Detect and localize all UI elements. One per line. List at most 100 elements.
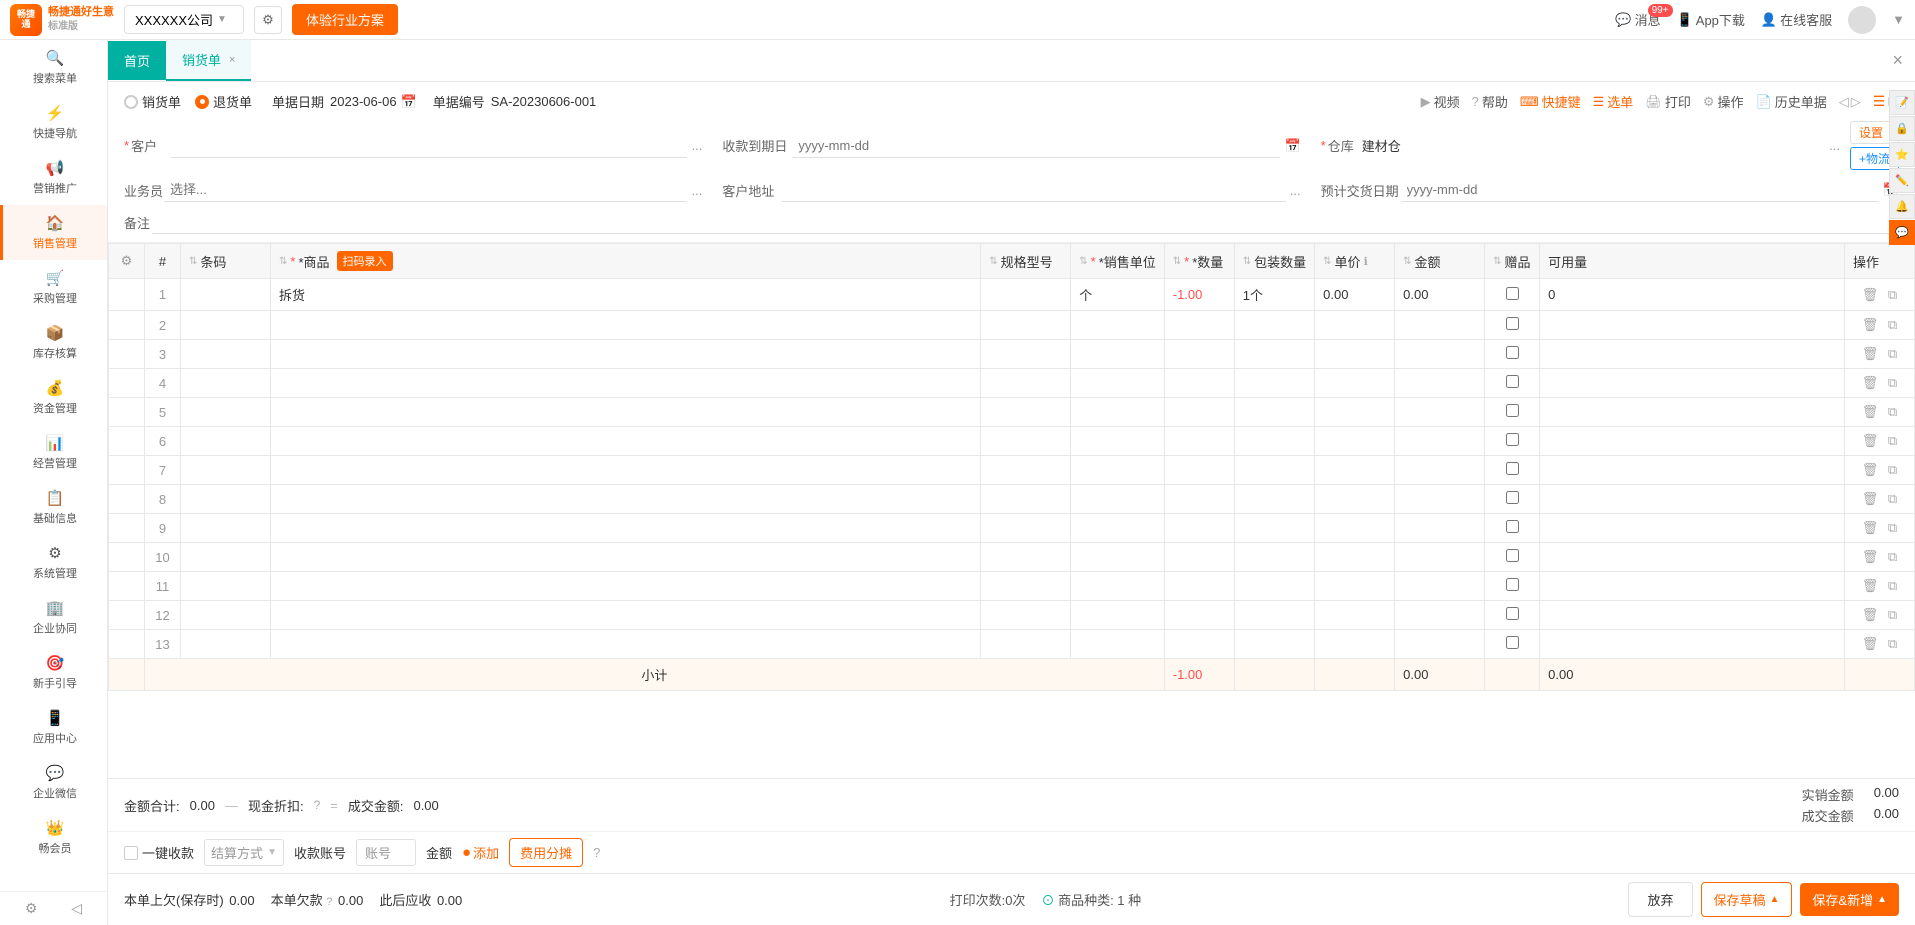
row-gift[interactable] (1485, 601, 1540, 630)
payment-help-icon[interactable]: ? (593, 845, 600, 860)
row-spec[interactable] (981, 572, 1071, 601)
toolbar-print[interactable]: 🖨 打印 (1645, 92, 1691, 111)
gift-checkbox[interactable] (1506, 375, 1519, 388)
row-qty[interactable] (1164, 543, 1234, 572)
row-unit[interactable] (1071, 311, 1165, 340)
delete-icon[interactable]: 🗑 (1862, 607, 1879, 622)
row-spec[interactable] (981, 485, 1071, 514)
row-pkg-qty[interactable] (1234, 340, 1314, 369)
payment-date-input[interactable] (792, 134, 1280, 158)
row-qty[interactable] (1164, 485, 1234, 514)
float-btn-5[interactable]: 🔔 (1889, 194, 1915, 219)
toolbar-video[interactable]: ▶ 视频 (1421, 92, 1460, 111)
float-btn-3[interactable]: ⭐ (1889, 142, 1915, 167)
row-pkg-qty[interactable] (1234, 601, 1314, 630)
row-barcode[interactable] (181, 543, 271, 572)
customer-input[interactable] (171, 134, 687, 158)
row-unit[interactable] (1071, 369, 1165, 398)
row-amount[interactable] (1395, 311, 1485, 340)
delete-icon[interactable]: 🗑 (1862, 375, 1879, 390)
row-barcode[interactable] (181, 630, 271, 659)
row-pkg-qty[interactable] (1234, 514, 1314, 543)
balance-help-icon[interactable]: ? (326, 896, 332, 908)
row-qty[interactable] (1164, 630, 1234, 659)
gift-checkbox[interactable] (1506, 433, 1519, 446)
delete-icon[interactable]: 🗑 (1862, 404, 1879, 419)
row-gift[interactable] (1485, 543, 1540, 572)
sidebar-item-search[interactable]: 🔍 搜索菜单 (0, 40, 107, 95)
sidebar-item-finance[interactable]: 💰 资金管理 (0, 370, 107, 425)
row-qty[interactable] (1164, 398, 1234, 427)
row-gift[interactable] (1485, 456, 1540, 485)
row-qty[interactable] (1164, 311, 1234, 340)
row-price[interactable] (1315, 485, 1395, 514)
th-settings[interactable]: ⚙ (109, 244, 145, 279)
prev-icon[interactable]: ◁ (1839, 94, 1849, 110)
delete-icon[interactable]: 🗑 (1862, 636, 1879, 651)
row-amount[interactable] (1395, 427, 1485, 456)
row-qty[interactable] (1164, 601, 1234, 630)
copy-icon[interactable]: ⧉ (1888, 491, 1897, 506)
price-info-icon[interactable]: ℹ (1364, 255, 1368, 268)
message-btn[interactable]: 💬 消息 99+ (1615, 10, 1660, 29)
row-spec[interactable] (981, 514, 1071, 543)
gift-checkbox[interactable] (1506, 317, 1519, 330)
user-expand-icon[interactable]: ▼ (1892, 12, 1905, 27)
row-pkg-qty[interactable] (1234, 398, 1314, 427)
row-unit[interactable] (1071, 630, 1165, 659)
row-spec[interactable] (981, 279, 1071, 311)
add-payment-button[interactable]: ● 添加 (462, 843, 499, 862)
copy-icon[interactable]: ⧉ (1888, 607, 1897, 622)
row-amount[interactable] (1395, 369, 1485, 398)
row-barcode[interactable] (181, 456, 271, 485)
sidebar-item-purchase[interactable]: 🛒 采购管理 (0, 260, 107, 315)
row-barcode[interactable] (181, 572, 271, 601)
delete-icon[interactable]: 🗑 (1862, 346, 1879, 361)
sidebar-item-marketing[interactable]: 📢 营销推广 (0, 150, 107, 205)
row-amount[interactable] (1395, 543, 1485, 572)
row-spec[interactable] (981, 340, 1071, 369)
row-pkg-qty[interactable] (1234, 485, 1314, 514)
row-amount[interactable] (1395, 572, 1485, 601)
sidebar-item-operation[interactable]: 📊 经营管理 (0, 425, 107, 480)
row-goods[interactable] (271, 601, 981, 630)
gift-checkbox[interactable] (1506, 404, 1519, 417)
delete-icon[interactable]: 🗑 (1862, 491, 1879, 506)
row-spec[interactable] (981, 311, 1071, 340)
toolbar-shortcut[interactable]: ⌨ 快捷键 (1520, 92, 1581, 111)
copy-icon[interactable]: ⧉ (1888, 549, 1897, 564)
row-pkg-qty[interactable] (1234, 456, 1314, 485)
row-amount[interactable] (1395, 485, 1485, 514)
float-btn-1[interactable]: 📝 (1889, 90, 1915, 115)
row-gift[interactable] (1485, 427, 1540, 456)
row-qty[interactable]: -1.00 (1164, 279, 1234, 311)
row-barcode[interactable] (181, 279, 271, 311)
next-icon[interactable]: ▷ (1851, 94, 1861, 110)
row-amount[interactable] (1395, 456, 1485, 485)
row-qty[interactable] (1164, 340, 1234, 369)
copy-icon[interactable]: ⧉ (1888, 636, 1897, 651)
row-price[interactable] (1315, 398, 1395, 427)
row-gift[interactable] (1485, 340, 1540, 369)
row-goods[interactable] (271, 572, 981, 601)
row-spec[interactable] (981, 427, 1071, 456)
one-click-payment[interactable]: 一键收款 (124, 843, 194, 862)
row-amount[interactable]: 0.00 (1395, 279, 1485, 311)
salesman-input[interactable] (164, 178, 687, 202)
radio-sales[interactable]: 销货单 (124, 92, 181, 111)
list-view-icon[interactable]: ☰ (1873, 93, 1886, 110)
row-pkg-qty[interactable] (1234, 369, 1314, 398)
payment-checkbox[interactable] (124, 846, 138, 860)
sidebar-item-enterprise[interactable]: 🏢 企业协同 (0, 590, 107, 645)
delete-icon[interactable]: 🗑 (1862, 462, 1879, 477)
gift-checkbox[interactable] (1506, 520, 1519, 533)
row-barcode[interactable] (181, 369, 271, 398)
copy-icon[interactable]: ⧉ (1888, 404, 1897, 419)
settings-gear-btn[interactable]: ⚙ (254, 6, 282, 34)
row-barcode[interactable] (181, 485, 271, 514)
sidebar-item-basic[interactable]: 📋 基础信息 (0, 480, 107, 535)
toolbar-history[interactable]: 📄 历史单据 (1756, 92, 1827, 111)
customer-addr-input[interactable] (782, 178, 1285, 202)
row-pkg-qty[interactable] (1234, 311, 1314, 340)
row-qty[interactable] (1164, 514, 1234, 543)
